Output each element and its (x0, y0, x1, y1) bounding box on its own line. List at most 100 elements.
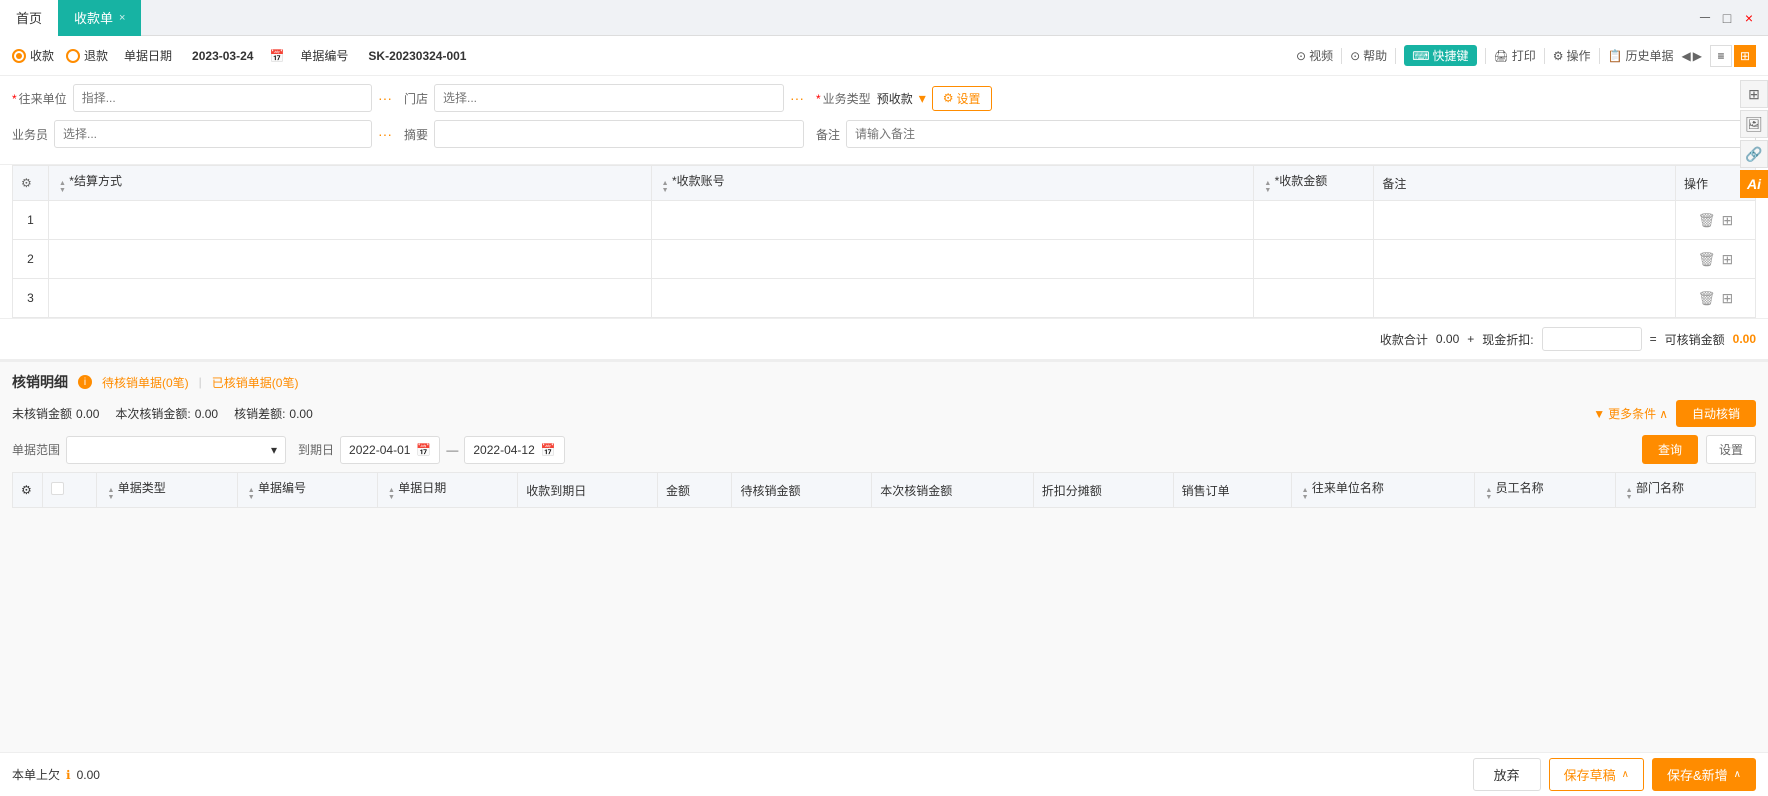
salesman-more-btn[interactable]: ··· (378, 126, 392, 142)
business-type-field: *业务类型 预收款 ▾ ⚙ 设置 (816, 86, 992, 111)
more-conditions-label: 更多条件 (1608, 405, 1656, 422)
business-type-value: 预收款 (877, 90, 913, 107)
tab-close-icon[interactable]: × (119, 12, 125, 24)
form-section: *往来单位 ··· 门店 ··· *业务类型 预收款 ▾ ⚙ 设置 业务 (0, 76, 1768, 165)
save-draft-button[interactable]: 保存草稿 ∧ (1549, 758, 1644, 791)
table-gear-icon-2[interactable]: ⚙ (21, 483, 32, 497)
writeoff-info-icon[interactable]: i (78, 375, 92, 389)
save-draft-dropdown-icon[interactable]: ∧ (1622, 769, 1629, 780)
bottom-info-icon[interactable]: ℹ (66, 768, 71, 782)
diff-stat: 核销差额: 0.00 (234, 405, 313, 422)
delete-icon-1[interactable]: 🗑 (1698, 212, 1716, 229)
query-button[interactable]: 查询 (1642, 435, 1698, 464)
remark-cell-2[interactable] (1374, 240, 1676, 279)
amount-cell-1[interactable] (1254, 201, 1374, 240)
abandon-button[interactable]: 放弃 (1473, 758, 1541, 791)
bottom-bar: 本单上欠 ℹ 0.00 放弃 保存草稿 ∧ 保存&新增 ∧ (0, 752, 1768, 796)
video-button[interactable]: ⊙视频 (1296, 47, 1333, 64)
main-wrapper: 收款 退款 单据日期 2023-03-24 📅 单据编号 SK-20230324… (0, 36, 1768, 796)
amount-cell-2[interactable] (1254, 240, 1374, 279)
save-new-button[interactable]: 保存&新增 ∧ (1652, 758, 1756, 791)
grid-view-btn[interactable]: ⊞ (1734, 45, 1756, 67)
window-controls: － □ × (1698, 11, 1768, 25)
calendar-icon[interactable]: 📅 (269, 49, 284, 63)
radio-refund[interactable]: 退款 (66, 47, 108, 64)
account-cell-3[interactable] (651, 279, 1254, 318)
equals-sign: = (1650, 332, 1657, 346)
close-window-button[interactable]: × (1742, 11, 1756, 25)
minimize-button[interactable]: － (1698, 11, 1712, 25)
remark-header: 备注 (1374, 166, 1676, 201)
calendar-icon-end: 📅 (541, 443, 556, 457)
settlement-cell-1[interactable] (49, 201, 652, 240)
table-gear-icon[interactable]: ⚙ (21, 176, 32, 190)
print-button[interactable]: 🖨打印 (1494, 47, 1536, 64)
radio-refund-label: 退款 (84, 47, 108, 64)
note-input[interactable] (846, 120, 1756, 148)
business-type-dropdown[interactable]: ▾ (919, 90, 926, 107)
form-row-2: 业务员 ··· 摘要 备注 (12, 120, 1756, 148)
due-date-start[interactable]: 2022-04-01 📅 (340, 436, 440, 464)
writeoff-table: ⚙ ▲▼ 单据类型 ▲▼ 单据编号 (12, 472, 1756, 508)
row-num-3: 3 (13, 279, 49, 318)
account-cell-1[interactable] (651, 201, 1254, 240)
this-cancel-value: 0.00 (195, 407, 218, 421)
due-date-end[interactable]: 2022-04-12 📅 (464, 436, 564, 464)
copy-icon-3[interactable]: ⊞ (1722, 290, 1734, 307)
sidebar-link-icon[interactable]: 🔗 (1740, 140, 1768, 168)
account-cell-2[interactable] (651, 240, 1254, 279)
tab-home[interactable]: 首页 (0, 0, 58, 36)
completed-tab[interactable]: 已核销单据(0笔) (212, 374, 299, 391)
settings-button[interactable]: ⚙ 设置 (932, 86, 992, 111)
tab-active[interactable]: 收款单 × (58, 0, 141, 36)
doc-range-select[interactable]: ▾ (66, 436, 286, 464)
discount-label: 现金折扣: (1482, 331, 1533, 348)
history-button[interactable]: 📋历史单据 (1608, 47, 1674, 64)
note-label: 备注 (816, 126, 840, 143)
operation-button[interactable]: ⚙操作 (1553, 47, 1591, 64)
more-conditions-btn[interactable]: ▼ 更多条件 ∧ (1593, 405, 1668, 422)
settlement-cell-3[interactable] (49, 279, 652, 318)
sidebar-ai-icon[interactable]: Ai (1740, 170, 1768, 198)
due-date-field: 到期日 2022-04-01 📅 — 2022-04-12 📅 (298, 436, 565, 464)
maximize-button[interactable]: □ (1720, 11, 1734, 25)
nav-next[interactable]: ▶ (1693, 49, 1702, 63)
delete-icon-3[interactable]: 🗑 (1698, 290, 1716, 307)
nav-prev[interactable]: ◀ (1682, 49, 1691, 63)
bottom-info-value: 0.00 (77, 768, 100, 782)
delete-icon-2[interactable]: 🗑 (1698, 251, 1716, 268)
pending-tab[interactable]: 待核销单据(0笔) (102, 374, 189, 391)
counterpart-input[interactable] (73, 84, 372, 112)
view-buttons: ≡ ⊞ (1710, 45, 1756, 67)
auto-cancel-button[interactable]: 自动核销 (1676, 400, 1756, 427)
sidebar-image-icon[interactable]: 🖼 (1740, 110, 1768, 138)
writeoff-title: 核销明细 (12, 372, 68, 392)
radio-receipt[interactable]: 收款 (12, 47, 54, 64)
settlement-cell-2[interactable] (49, 240, 652, 279)
store-more-btn[interactable]: ··· (790, 90, 804, 106)
copy-icon-2[interactable]: ⊞ (1722, 251, 1734, 268)
receipt-table: ⚙ ▲▼ *结算方式 ▲▼ *收款账号 ▲▼ *收款金额 (12, 165, 1756, 318)
save-new-dropdown-icon[interactable]: ∧ (1734, 769, 1741, 780)
select-all-checkbox[interactable] (51, 482, 64, 495)
bottom-info: 本单上欠 ℹ 0.00 (12, 766, 100, 783)
help-button[interactable]: ⊙帮助 (1350, 47, 1387, 64)
table-settings-button[interactable]: 设置 (1706, 435, 1756, 464)
list-view-btn[interactable]: ≡ (1710, 45, 1732, 67)
amount-cell-3[interactable] (1254, 279, 1374, 318)
store-input[interactable] (434, 84, 784, 112)
employee-header: ▲▼ 员工名称 (1475, 473, 1615, 508)
salesman-input[interactable] (54, 120, 372, 148)
note-field: 备注 (816, 120, 1756, 148)
remark-cell-3[interactable] (1374, 279, 1676, 318)
sidebar-table-icon[interactable]: ⊞ (1740, 80, 1768, 108)
copy-icon-1[interactable]: ⊞ (1722, 212, 1734, 229)
discount-input[interactable] (1542, 327, 1642, 351)
verifiable-value: 0.00 (1733, 332, 1756, 346)
counterpart-name-header: ▲▼ 往来单位名称 (1291, 473, 1475, 508)
row-num-1: 1 (13, 201, 49, 240)
shortcut-button[interactable]: ⌨快捷键 (1404, 45, 1476, 66)
counterpart-more-btn[interactable]: ··· (378, 90, 392, 106)
remark-cell-1[interactable] (1374, 201, 1676, 240)
summary-input[interactable] (434, 120, 804, 148)
